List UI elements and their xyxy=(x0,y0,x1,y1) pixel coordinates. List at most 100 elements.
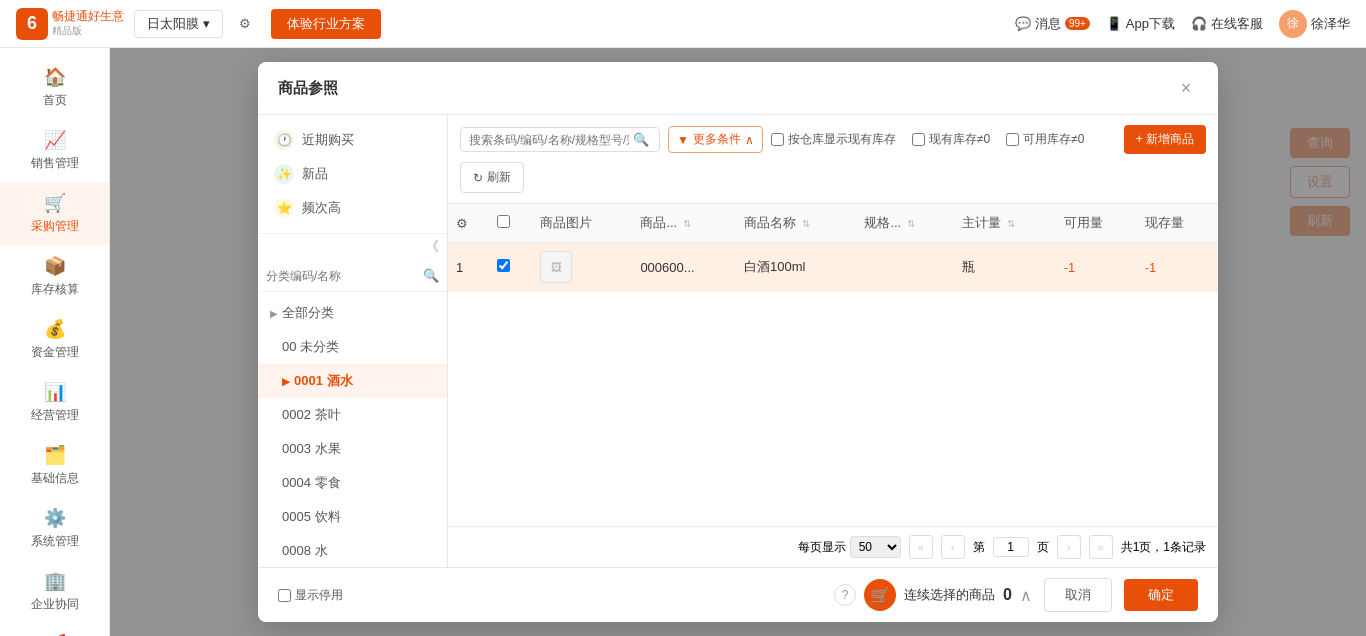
operation-icon: 📊 xyxy=(44,381,66,403)
app-name: 畅捷通好生意 xyxy=(52,9,124,23)
sidebar-item-purchase[interactable]: 🛒 采购管理 xyxy=(0,182,109,245)
sidebar-item-inventory[interactable]: 📦 库存核算 xyxy=(0,245,109,308)
nav-dropdown[interactable]: 日太阳膜 ▾ xyxy=(134,10,223,38)
sidebar-item-basic[interactable]: 🗂️ 基础信息 xyxy=(0,434,109,497)
sidebar-item-guide[interactable]: 🚀 新手引导 xyxy=(0,623,109,636)
checkbox-stock-label: 现有库存≠0 xyxy=(929,131,990,148)
logo-area: 6 畅捷通好生意 精品版 xyxy=(16,8,126,40)
modal-overlay: 商品参照 × 🕐 近期购买 ✨ xyxy=(110,48,1366,636)
checkbox-warehouse-input[interactable] xyxy=(771,133,784,146)
help-icon[interactable]: ? xyxy=(834,584,856,606)
quick-link-recent[interactable]: 🕐 近期购买 xyxy=(266,123,439,157)
cat-all[interactable]: ▶ 全部分类 xyxy=(258,296,447,330)
col-code[interactable]: 商品... ⇅ xyxy=(632,204,736,243)
col-check[interactable] xyxy=(489,204,532,243)
sidebar-item-sales[interactable]: 📈 销售管理 xyxy=(0,119,109,182)
filter-icon: ▼ xyxy=(677,133,689,147)
product-search-input[interactable] xyxy=(469,133,629,147)
experience-btn[interactable]: 体验行业方案 xyxy=(271,9,381,39)
pagination: 每页显示 10 20 50 100 « ‹ 第 xyxy=(448,526,1218,567)
table-body: 1 🖼 000600... 白酒100ml xyxy=(448,243,1218,292)
checkbox-available[interactable]: 可用库存≠0 xyxy=(1006,131,1084,148)
select-all-checkbox[interactable] xyxy=(497,215,510,228)
checkbox-stock[interactable]: 现有库存≠0 xyxy=(912,131,990,148)
user-area[interactable]: 徐 徐泽华 xyxy=(1279,10,1350,38)
app-download-btn[interactable]: 📱 App下载 xyxy=(1106,15,1175,33)
purchase-icon: 🛒 xyxy=(44,192,66,214)
confirm-btn[interactable]: 确定 xyxy=(1124,579,1198,611)
refresh-icon: ↻ xyxy=(473,171,483,185)
add-product-btn[interactable]: + 新增商品 xyxy=(1124,125,1206,154)
cat-00[interactable]: 00 未分类 xyxy=(258,330,447,364)
app-download-label: App下载 xyxy=(1126,15,1175,33)
show-disabled-label[interactable]: 显示停用 xyxy=(278,587,343,604)
dropdown-label: 日太阳膜 xyxy=(147,15,199,33)
last-page-btn[interactable]: » xyxy=(1089,535,1113,559)
sidebar-item-enterprise[interactable]: 🏢 企业协同 xyxy=(0,560,109,623)
prev-page-btn[interactable]: ‹ xyxy=(941,535,965,559)
sidebar-item-operation[interactable]: 📊 经营管理 xyxy=(0,371,109,434)
sidebar-item-home[interactable]: 🏠 首页 xyxy=(0,56,109,119)
page-size-dropdown[interactable]: 10 20 50 100 xyxy=(850,536,901,558)
col-settings[interactable]: ⚙ xyxy=(448,204,489,243)
next-page-btn[interactable]: › xyxy=(1057,535,1081,559)
table-area: ⚙ 商品图片 商品... ⇅ 商品名称 xyxy=(448,204,1218,526)
left-search-input[interactable] xyxy=(266,269,419,283)
table-row[interactable]: 1 🖼 000600... 白酒100ml xyxy=(448,243,1218,292)
cart-area: ? 🛒 连续选择的商品 0 ∧ xyxy=(834,579,1032,611)
avatar: 徐 xyxy=(1279,10,1307,38)
dropdown-arrow-icon: ▾ xyxy=(203,16,210,31)
quick-link-new[interactable]: ✨ 新品 xyxy=(266,157,439,191)
quick-links: 🕐 近期购买 ✨ 新品 ⭐ 频次高 xyxy=(258,123,447,234)
online-service-btn[interactable]: 🎧 在线客服 xyxy=(1191,15,1263,33)
cart-btn[interactable]: 🛒 xyxy=(864,579,896,611)
cat-0008[interactable]: 0008 水 xyxy=(258,534,447,559)
cancel-btn[interactable]: 取消 xyxy=(1044,578,1112,612)
row-checkbox[interactable] xyxy=(497,259,510,272)
collapse-cart-icon[interactable]: ∧ xyxy=(1020,586,1032,605)
messages-btn[interactable]: 💬 消息 99+ xyxy=(1015,15,1090,33)
row-spec xyxy=(856,243,954,292)
checkbox-warehouse[interactable]: 按仓库显示现有库存 xyxy=(771,131,896,148)
cart-icon: 🛒 xyxy=(870,586,890,605)
col-name[interactable]: 商品名称 ⇅ xyxy=(736,204,856,243)
col-image: 商品图片 xyxy=(532,204,632,243)
sidebar-purchase-label: 采购管理 xyxy=(31,218,79,235)
collapse-left-icon[interactable]: 《 xyxy=(425,238,439,256)
cat-0001[interactable]: ▶ 0001 酒水 xyxy=(258,364,447,398)
modal: 商品参照 × 🕐 近期购买 ✨ xyxy=(258,62,1218,622)
modal-close-btn[interactable]: × xyxy=(1174,76,1198,100)
left-search-icon[interactable]: 🔍 xyxy=(423,268,439,283)
show-disabled-checkbox[interactable] xyxy=(278,589,291,602)
enterprise-icon: 🏢 xyxy=(44,570,66,592)
refresh-btn[interactable]: ↻ 刷新 xyxy=(460,162,524,193)
checkbox-stock-input[interactable] xyxy=(912,133,925,146)
recent-icon: 🕐 xyxy=(274,130,294,150)
sort-arrows-unit: ⇅ xyxy=(1007,218,1015,229)
page-suffix: 页 xyxy=(1037,539,1049,556)
cat-0004-label: 0004 零食 xyxy=(282,474,341,492)
settings-icon[interactable]: ⚙ xyxy=(231,10,259,38)
cat-0005-label: 0005 饮料 xyxy=(282,508,341,526)
filter-btn[interactable]: ▼ 更多条件 ∧ xyxy=(668,126,763,153)
online-service-label: 在线客服 xyxy=(1211,15,1263,33)
sidebar-item-finance[interactable]: 💰 资金管理 xyxy=(0,308,109,371)
first-page-btn[interactable]: « xyxy=(909,535,933,559)
search-icon[interactable]: 🔍 xyxy=(633,132,649,147)
col-spec[interactable]: 规格... ⇅ xyxy=(856,204,954,243)
filter-chevron: ∧ xyxy=(745,133,754,147)
cat-0002[interactable]: 0002 茶叶 xyxy=(258,398,447,432)
table-header-row: ⚙ 商品图片 商品... ⇅ 商品名称 xyxy=(448,204,1218,243)
quick-link-freq[interactable]: ⭐ 频次高 xyxy=(266,191,439,225)
cat-0004[interactable]: 0004 零食 xyxy=(258,466,447,500)
row-check[interactable] xyxy=(489,243,532,292)
sidebar-item-system[interactable]: ⚙️ 系统管理 xyxy=(0,497,109,560)
page-number-input[interactable] xyxy=(993,537,1029,557)
checkbox-available-input[interactable] xyxy=(1006,133,1019,146)
category-tree: ▶ 全部分类 00 未分类 ▶ 0001 酒水 0002 茶 xyxy=(258,292,447,559)
cat-0005[interactable]: 0005 饮料 xyxy=(258,500,447,534)
cat-0003[interactable]: 0003 水果 xyxy=(258,432,447,466)
show-disabled-text: 显示停用 xyxy=(295,587,343,604)
col-unit[interactable]: 主计量 ⇅ xyxy=(954,204,1055,243)
col-stock: 现存量 xyxy=(1137,204,1218,243)
